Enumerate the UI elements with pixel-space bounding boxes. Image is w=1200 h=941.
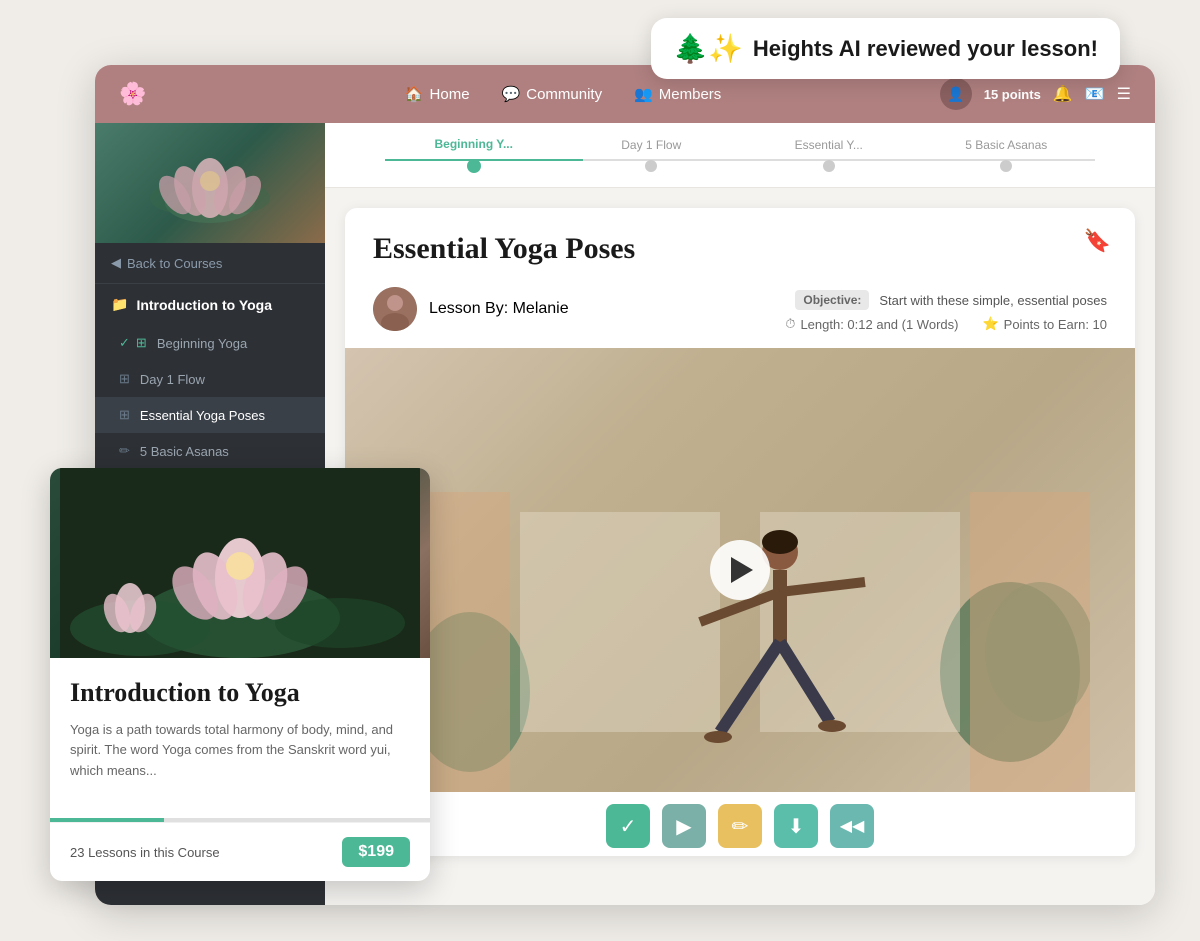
nav-community[interactable]: 💬 Community — [502, 85, 603, 103]
right-panel: Beginning Y... Day 1 Flow Essential Y...… — [325, 123, 1155, 905]
back-to-courses[interactable]: ◀ Back to Courses — [95, 243, 325, 284]
sidebar-hero-image — [95, 123, 325, 243]
progress-bar-area: Beginning Y... Day 1 Flow Essential Y...… — [325, 123, 1155, 188]
ai-badge: 🌲✨ Heights AI reviewed your lesson! — [651, 18, 1120, 79]
lesson-title: Essential Yoga Poses — [373, 232, 1107, 266]
step3-dot — [823, 160, 835, 172]
step4-label: 5 Basic Asanas — [965, 138, 1047, 152]
lesson-header: 🔖 Essential Yoga Poses — [345, 208, 1135, 348]
navbar-right: 👤 15 points 🔔 📧 ☰ — [940, 78, 1131, 110]
video-tools: ✓ ▶ ✏ ⬇ ◀◀ — [345, 792, 1135, 856]
lesson-meta: Lesson By: Melanie Objective: Start with… — [373, 286, 1107, 332]
course-card-body: Introduction to Yoga Yoga is a path towa… — [50, 658, 430, 818]
course-card: Introduction to Yoga Yoga is a path towa… — [50, 468, 430, 881]
author-avatar — [373, 287, 417, 331]
author-photo — [373, 287, 417, 331]
ai-icon: 🌲✨ — [673, 32, 743, 65]
objective-row: Objective: Start with these simple, esse… — [795, 290, 1107, 310]
lesson-item-essential[interactable]: ⊞ Essential Yoga Poses — [95, 397, 325, 433]
clock-icon: ⏱ — [785, 316, 795, 332]
lesson-item-beginning[interactable]: ✓ ⊞ Beginning Yoga — [95, 325, 325, 361]
objective-text: Start with these simple, essential poses — [879, 293, 1107, 308]
step3-label: Essential Y... — [795, 138, 863, 152]
step2-label: Day 1 Flow — [621, 138, 681, 152]
points: 15 points — [984, 87, 1041, 102]
members-icon: 👥 — [634, 85, 653, 103]
lesson-stats: ⏱ Length: 0:12 and (1 Words) ⭐ Points to… — [785, 316, 1107, 332]
course-price[interactable]: $199 — [342, 837, 410, 867]
length-stat: ⏱ Length: 0:12 and (1 Words) — [785, 316, 958, 332]
download-tool-button[interactable]: ⬇ — [774, 804, 818, 848]
home-icon: 🏠 — [405, 85, 424, 103]
pencil-icon: ✏ — [119, 443, 130, 459]
yoga-figure-svg — [390, 492, 1090, 792]
nav: 🏠 Home 💬 Community 👥 Members — [186, 85, 939, 103]
step2-dot — [645, 160, 657, 172]
course-hero-image — [60, 468, 420, 658]
step1-label: Beginning Y... — [435, 137, 513, 151]
course-lessons: 23 Lessons in this Course — [70, 845, 220, 860]
nav-members[interactable]: 👥 Members — [634, 85, 721, 103]
bell-icon[interactable]: 🔔 — [1053, 84, 1073, 104]
grid-icon-2: ⊞ — [119, 371, 130, 387]
lotus-image — [150, 133, 270, 233]
course-card-footer: 23 Lessons in this Course $199 — [50, 822, 430, 881]
course-card-image — [50, 468, 430, 658]
objective-badge: Objective: — [795, 290, 869, 310]
lesson-info: Objective: Start with these simple, esse… — [785, 286, 1107, 332]
star-icon: ⭐ — [982, 316, 998, 332]
community-icon: 💬 — [502, 85, 521, 103]
folder-icon: 📁 — [111, 296, 128, 313]
menu-icon[interactable]: ☰ — [1117, 84, 1131, 104]
nav-home[interactable]: 🏠 Home — [405, 85, 470, 103]
play-triangle-icon — [731, 557, 753, 583]
video-area[interactable] — [345, 348, 1135, 792]
author-name: Lesson By: Melanie — [429, 300, 569, 318]
avatar: 👤 — [940, 78, 972, 110]
video-background — [345, 348, 1135, 792]
lesson-item-basic[interactable]: ✏ 5 Basic Asanas — [95, 433, 325, 469]
course-card-title: Introduction to Yoga — [70, 678, 410, 708]
check-icon: ✓ — [119, 335, 130, 351]
step4-dot — [1000, 160, 1012, 172]
lesson-card: 🔖 Essential Yoga Poses — [345, 208, 1135, 856]
grid-icon: ⊞ — [136, 335, 147, 351]
step1-dot — [467, 159, 481, 173]
points-stat: ⭐ Points to Earn: 10 — [982, 316, 1107, 332]
ai-badge-text: Heights AI reviewed your lesson! — [753, 36, 1098, 62]
audio-tool-button[interactable]: ◀◀ — [830, 804, 874, 848]
play-button[interactable] — [710, 540, 770, 600]
lesson-content: 🔖 Essential Yoga Poses — [325, 188, 1155, 905]
course-title: 📁 Introduction to Yoga — [95, 284, 325, 325]
edit-tool-button[interactable]: ✏ — [718, 804, 762, 848]
mail-icon[interactable]: 📧 — [1085, 84, 1105, 104]
video-tool-button[interactable]: ▶ — [662, 804, 706, 848]
lesson-item-day1[interactable]: ⊞ Day 1 Flow — [95, 361, 325, 397]
grid-icon-3: ⊞ — [119, 407, 130, 423]
logo: 🌸 — [119, 81, 146, 107]
course-card-desc: Yoga is a path towards total harmony of … — [70, 720, 410, 782]
lesson-author: Lesson By: Melanie — [373, 287, 569, 331]
bookmark-icon[interactable]: 🔖 — [1084, 228, 1111, 254]
back-arrow-icon: ◀ — [111, 255, 121, 271]
complete-tool-button[interactable]: ✓ — [606, 804, 650, 848]
